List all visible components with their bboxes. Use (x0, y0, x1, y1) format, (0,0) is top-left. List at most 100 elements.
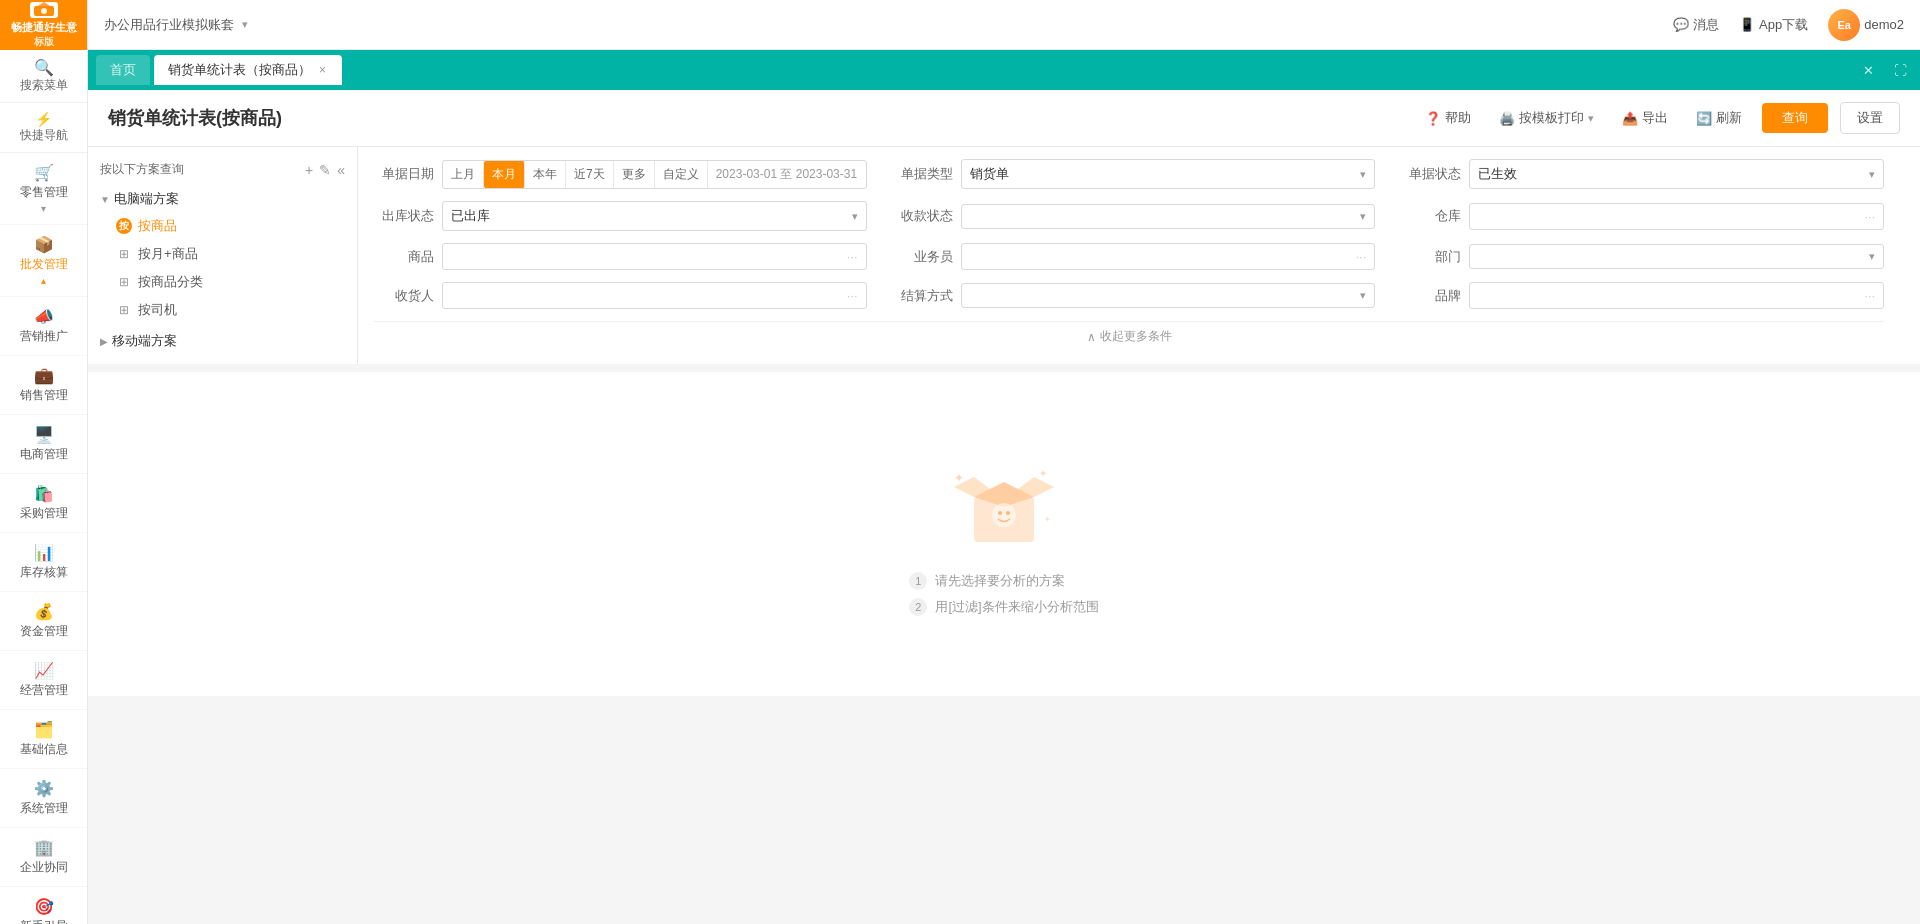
sidebar-item-basic[interactable]: 🗂️ 基础信息 (0, 710, 87, 769)
date-tab-more[interactable]: 更多 (614, 161, 655, 188)
goods-dots[interactable]: ··· (847, 249, 858, 264)
pay-status-field[interactable]: ▾ (961, 204, 1376, 229)
window-close-icon: ✕ (1863, 63, 1874, 78)
tip-num-2: 2 (909, 598, 927, 616)
scheme-desktop-group: ▼ 电脑端方案 按 按商品 ⊞ 按月+商品 ⊞ 按商品分类 (88, 186, 357, 324)
app-logo: 畅捷通好生意 标版 (0, 0, 87, 50)
sales-label: 销售管理 (20, 387, 68, 404)
doc-status-field[interactable]: 已生效 ▾ (1469, 159, 1884, 189)
sales-icon: 💼 (34, 366, 54, 385)
svg-text:✦: ✦ (1044, 515, 1051, 524)
brand-dots[interactable]: ··· (1864, 288, 1875, 303)
sidebar-item-enterprise[interactable]: 🏢 企业协同 (0, 828, 87, 887)
tip-num-1: 1 (909, 572, 927, 590)
print-label: 按模板打印 (1519, 109, 1584, 127)
export-label: 导出 (1642, 109, 1668, 127)
tab-close-btn[interactable]: × (317, 63, 328, 77)
sidebar-item-ecommerce[interactable]: 🖥️ 电商管理 (0, 415, 87, 474)
sidebar-quick-nav[interactable]: ⚡ 快捷导航 (0, 103, 87, 153)
out-status-field[interactable]: 已出库 ▾ (442, 201, 867, 231)
user-menu[interactable]: Ea demo2 (1828, 9, 1904, 41)
scheme-item-category[interactable]: ⊞ 按商品分类 (88, 268, 357, 296)
sidebar-item-system[interactable]: ⚙️ 系统管理 (0, 769, 87, 828)
scheme-item-driver[interactable]: ⊞ 按司机 (88, 296, 357, 324)
main-content: 办公用品行业模拟账套 ▾ 💬 消息 📱 App下载 Ea demo2 首页 (88, 0, 1920, 924)
consignee-field[interactable]: ··· (442, 282, 867, 309)
date-tab-this-month[interactable]: 本月 (484, 161, 525, 188)
sidebar-item-marketing[interactable]: 📣 营销推广 (0, 297, 87, 356)
filter-warehouse: 仓库 ··· (1391, 203, 1884, 230)
brand-field[interactable]: ··· (1469, 282, 1884, 309)
scheme-item-by-goods[interactable]: 按 按商品 (88, 212, 357, 240)
mobile-group-arrow: ▶ (100, 336, 108, 347)
scheme-item-month-goods[interactable]: ⊞ 按月+商品 (88, 240, 357, 268)
basic-icon: 🗂️ (34, 720, 54, 739)
doc-type-field[interactable]: 销货单 ▾ (961, 159, 1376, 189)
scheme-add-btn[interactable]: + (305, 162, 313, 178)
tab-home[interactable]: 首页 (96, 55, 150, 85)
salesperson-field[interactable]: ··· (961, 243, 1376, 270)
goods-field[interactable]: ··· (442, 243, 867, 270)
message-btn[interactable]: 💬 消息 (1673, 16, 1719, 34)
tab-window-maximize[interactable]: ⛶ (1888, 58, 1912, 82)
retail-icon: 🛒 (34, 163, 54, 182)
empty-tips: 1 请先选择要分析的方案 2 用[过滤]条件来缩小分析范围 (909, 572, 1098, 616)
tab-window-close[interactable]: ✕ (1856, 58, 1880, 82)
sidebar-item-guide[interactable]: 🎯 新手引导 (0, 887, 87, 924)
scheme-edit-btn[interactable]: ✎ (319, 162, 331, 178)
refresh-label: 刷新 (1716, 109, 1742, 127)
tab-active[interactable]: 销货单统计表（按商品） × (154, 55, 342, 85)
sidebar-item-finance[interactable]: 💰 资金管理 (0, 592, 87, 651)
enterprise-label: 企业协同 (20, 859, 68, 876)
warehouse-field[interactable]: ··· (1469, 203, 1884, 230)
scheme-mobile-header[interactable]: ▶ 移动端方案 (88, 328, 357, 354)
header-breadcrumb: 办公用品行业模拟账套 ▾ (104, 16, 248, 34)
salesperson-dots[interactable]: ··· (1356, 249, 1367, 264)
date-tab-this-year[interactable]: 本年 (525, 161, 566, 188)
help-btn[interactable]: ❓ 帮助 (1417, 105, 1479, 131)
window-maximize-icon: ⛶ (1894, 63, 1907, 78)
sidebar-search[interactable]: 🔍 搜索菜单 (0, 50, 87, 103)
driver-icon: ⊞ (116, 302, 132, 318)
scheme-collapse-btn[interactable]: « (337, 162, 345, 178)
warehouse-dots[interactable]: ··· (1864, 209, 1875, 224)
refresh-icon: 🔄 (1696, 111, 1712, 126)
empty-tip-1: 1 请先选择要分析的方案 (909, 572, 1098, 590)
collapse-btn[interactable]: ∧ 收起更多条件 (1087, 328, 1172, 345)
date-tab-7days[interactable]: 近7天 (566, 161, 614, 188)
app-download-btn[interactable]: 📱 App下载 (1739, 16, 1808, 34)
scheme-panel: 按以下方案查询 + ✎ « ▼ 电脑端方案 按 按商品 (88, 147, 358, 364)
out-status-label: 出库状态 (374, 207, 434, 225)
app-subtext: 标版 (34, 35, 54, 48)
date-value: 2023-03-01 至 2023-03-31 (708, 161, 866, 188)
sidebar-item-operations[interactable]: 📈 经营管理 (0, 651, 87, 710)
doc-type-label: 单据类型 (883, 165, 953, 183)
sidebar-item-wholesale[interactable]: 📦 批发管理 ▴ (0, 225, 87, 297)
app-download-icon: 📱 (1739, 17, 1755, 32)
sidebar-item-sales[interactable]: 💼 销售管理 (0, 356, 87, 415)
print-btn[interactable]: 🖨️ 按模板打印 ▾ (1491, 105, 1602, 131)
payment-field[interactable]: ▾ (961, 283, 1376, 308)
page-actions: ❓ 帮助 🖨️ 按模板打印 ▾ 📤 导出 🔄 刷新 查询 设置 (1417, 102, 1900, 134)
refresh-btn[interactable]: 🔄 刷新 (1688, 105, 1750, 131)
sidebar-item-inventory[interactable]: 📊 库存核算 (0, 533, 87, 592)
page-content: 销货单统计表(按商品) ❓ 帮助 🖨️ 按模板打印 ▾ 📤 导出 🔄 刷新 (88, 90, 1920, 924)
query-button[interactable]: 查询 (1762, 103, 1828, 133)
help-icon: ❓ (1425, 111, 1441, 126)
consignee-dots[interactable]: ··· (847, 288, 858, 303)
breadcrumb-arrow[interactable]: ▾ (242, 18, 248, 31)
dept-field[interactable]: ▾ (1469, 244, 1884, 269)
scheme-desktop-header[interactable]: ▼ 电脑端方案 (88, 186, 357, 212)
system-icon: ⚙️ (34, 779, 54, 798)
date-tab-custom[interactable]: 自定义 (655, 161, 708, 188)
date-tab-last-month[interactable]: 上月 (443, 161, 484, 188)
collapse-row: ∧ 收起更多条件 (374, 321, 1884, 351)
export-btn[interactable]: 📤 导出 (1614, 105, 1676, 131)
settings-button[interactable]: 设置 (1840, 102, 1900, 134)
sidebar-item-procurement[interactable]: 🛍️ 采购管理 (0, 474, 87, 533)
quick-nav-label: 快捷导航 (6, 127, 81, 144)
active-item-dot: 按 (116, 218, 132, 234)
sidebar-item-retail[interactable]: 🛒 零售管理 ▾ (0, 153, 87, 225)
ecommerce-icon: 🖥️ (34, 425, 54, 444)
ecommerce-label: 电商管理 (20, 446, 68, 463)
